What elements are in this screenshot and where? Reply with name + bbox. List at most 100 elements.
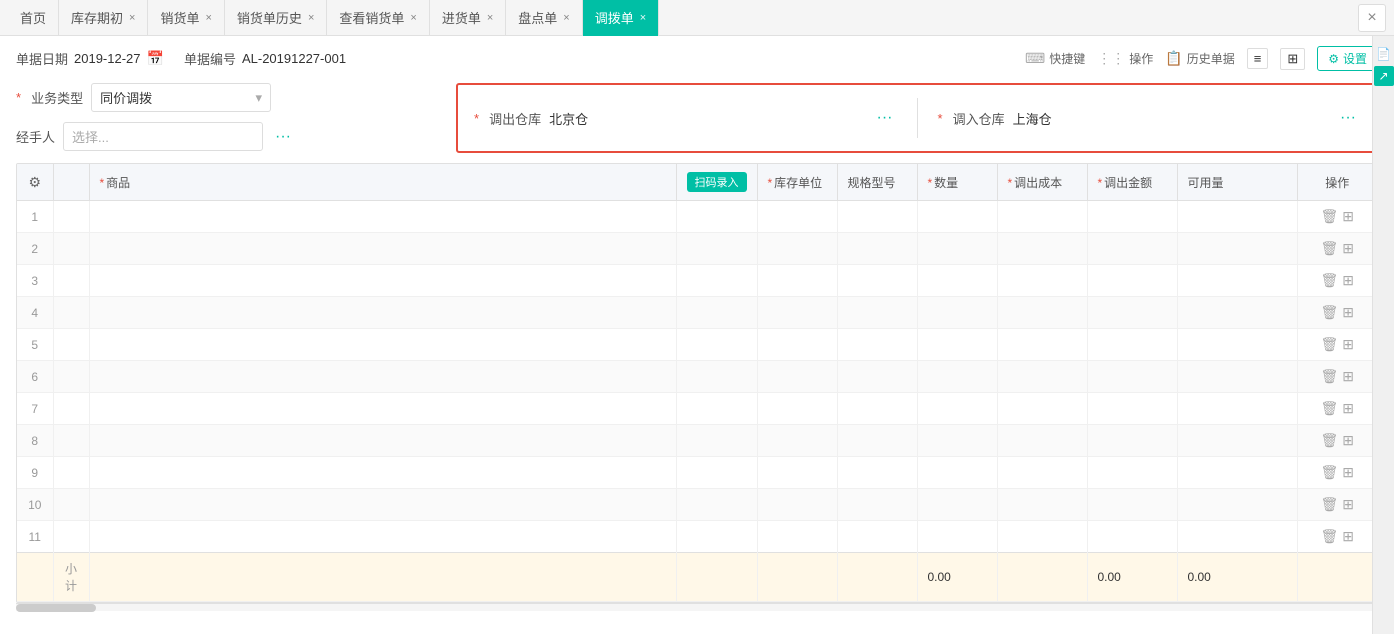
tab-close-stocktake[interactable]: × [563,12,569,24]
layout-btn-2[interactable]: ⊞ [1280,48,1305,70]
tab-close-transfer[interactable]: × [640,12,646,24]
delete-icon-1[interactable]: 🗑 [1320,208,1338,224]
subtotal-amount: 0.00 [1177,553,1297,602]
operations-btn[interactable]: ⋮⋮ 操作 [1097,50,1153,67]
col-product-header: *商品 [89,164,676,201]
table-row: 5🗑⊞ [17,329,1377,361]
delete-icon-6[interactable]: 🗑 [1320,368,1338,384]
col-ops-header: 操作 [1297,164,1377,201]
handler-more-btn[interactable]: ··· [271,128,295,146]
right-sidebar: 📄 ↗ [1372,36,1394,634]
layout-icon-2: ⊞ [1287,51,1298,67]
warehouse-in-section: * 调入仓库 上海仓 ··· [938,109,1361,128]
handler-select[interactable]: 选择... [63,122,263,151]
window-close-button[interactable]: × [1358,4,1386,32]
shortcut-icon: ⌨ [1025,50,1045,67]
copy-icon-7[interactable]: ⊞ [1342,400,1354,416]
table-gear-icon[interactable]: ⚙ [28,174,41,190]
tab-home[interactable]: 首页 [8,0,59,36]
table-row: 1🗑⊞ [17,201,1377,233]
warehouse-out-section: * 调出仓库 北京仓 ··· [474,109,897,128]
table-row: 10🗑⊞ [17,489,1377,521]
tab-inventory-init[interactable]: 库存期初 × [59,0,148,36]
table-body: 1🗑⊞ 2🗑⊞ 3🗑⊞ 4🗑⊞ 5🗑⊞ 6🗑⊞ 7🗑⊞ 8🗑⊞ 9🗑⊞ 10🗑⊞… [17,201,1377,602]
table-row: 7🗑⊞ [17,393,1377,425]
business-type-required: * [16,90,21,105]
sidebar-expand-icon[interactable]: ↗ [1374,66,1394,86]
copy-icon-3[interactable]: ⊞ [1342,272,1354,288]
delete-icon-7[interactable]: 🗑 [1320,400,1338,416]
copy-icon-10[interactable]: ⊞ [1342,496,1354,512]
table-container: ⚙ *商品 扫码录入 *库存单位 规格型号 [16,163,1378,603]
col-cost-header: *调出成本 [997,164,1087,201]
doc-number-field: 单据编号 AL-20191227-001 [184,49,346,68]
col-unit-header: *库存单位 [757,164,837,201]
transfer-table: ⚙ *商品 扫码录入 *库存单位 规格型号 [17,164,1377,602]
subtotal-cost: 0.00 [1087,553,1177,602]
delete-icon-9[interactable]: 🗑 [1320,464,1338,480]
tab-sales-history[interactable]: 销货单历史 × [225,0,327,36]
tab-view-sales[interactable]: 查看销货单 × [327,0,429,36]
business-type-select[interactable]: 同价调拨 ▾ [91,83,271,112]
warehouse-in-more-btn[interactable]: ··· [1336,109,1360,127]
table-row: 9🗑⊞ [17,457,1377,489]
tab-close-view-sales[interactable]: × [410,12,416,24]
copy-icon-1[interactable]: ⊞ [1342,208,1354,224]
subtotal-row: 小计 0.00 0.00 0.00 [17,553,1377,602]
delete-icon-2[interactable]: 🗑 [1320,240,1338,256]
col-scan-header: 扫码录入 [676,164,757,201]
tab-close-inventory-init[interactable]: × [129,12,135,24]
shortcut-btn[interactable]: ⌨ 快捷键 [1025,50,1085,67]
settings-gear-icon: ⚙ [1328,52,1339,66]
layout-btn-1[interactable]: ≡ [1247,48,1269,69]
date-field: 单据日期 2019-12-27 📅 [16,49,164,68]
warehouse-in-required: * [938,111,943,126]
copy-icon-9[interactable]: ⊞ [1342,464,1354,480]
tab-close-sales-order[interactable]: × [205,12,211,24]
tab-sales-order[interactable]: 销货单 × [148,0,224,36]
copy-icon-8[interactable]: ⊞ [1342,432,1354,448]
copy-icon-4[interactable]: ⊞ [1342,304,1354,320]
col-avail-header: 可用量 [1177,164,1297,201]
handler-field: 经手人 选择... ··· [16,122,440,151]
tab-stocktake[interactable]: 盘点单 × [506,0,582,36]
main-content: 单据日期 2019-12-27 📅 单据编号 AL-20191227-001 ⌨… [0,36,1394,621]
copy-icon-6[interactable]: ⊞ [1342,368,1354,384]
horizontal-scrollbar[interactable] [16,603,1378,611]
col-amount-header: *调出金额 [1087,164,1177,201]
warehouse-divider [917,98,918,138]
warehouse-out-more-btn[interactable]: ··· [873,109,897,127]
history-btn[interactable]: 📋 历史单据 [1165,50,1234,67]
table-header-row: ⚙ *商品 扫码录入 *库存单位 规格型号 [17,164,1377,201]
delete-icon-3[interactable]: 🗑 [1320,272,1338,288]
delete-icon-5[interactable]: 🗑 [1320,336,1338,352]
table-row: 8🗑⊞ [17,425,1377,457]
copy-icon-5[interactable]: ⊞ [1342,336,1354,352]
tab-transfer[interactable]: 调拨单 × [583,0,659,36]
scroll-thumb[interactable] [16,604,96,612]
operations-icon: ⋮⋮ [1097,50,1125,67]
calendar-icon[interactable]: 📅 [147,50,164,67]
copy-icon-11[interactable]: ⊞ [1342,528,1354,544]
header-row: 单据日期 2019-12-27 📅 单据编号 AL-20191227-001 ⌨… [16,46,1378,71]
header-actions: ⌨ 快捷键 ⋮⋮ 操作 📋 历史单据 ≡ ⊞ ⚙ 设置 [1025,46,1378,71]
subtotal-label: 小计 [53,553,89,602]
settings-button[interactable]: ⚙ 设置 [1317,46,1378,71]
tab-close-sales-history[interactable]: × [308,12,314,24]
copy-icon-2[interactable]: ⊞ [1342,240,1354,256]
layout-icon-1: ≡ [1254,51,1262,66]
table-row: 2🗑⊞ [17,233,1377,265]
scan-input-btn[interactable]: 扫码录入 [687,172,747,192]
dropdown-arrow: ▾ [256,90,263,106]
delete-icon-8[interactable]: 🗑 [1320,432,1338,448]
table-row: 6🗑⊞ [17,361,1377,393]
form-area: * 业务类型 同价调拨 ▾ 经手人 选择... ··· * 调出仓库 [16,83,1378,153]
delete-icon-11[interactable]: 🗑 [1320,528,1338,544]
tab-close-purchase-order[interactable]: × [487,12,493,24]
delete-icon-4[interactable]: 🗑 [1320,304,1338,320]
tab-purchase-order[interactable]: 进货单 × [430,0,506,36]
sidebar-doc-icon[interactable]: 📄 [1374,44,1394,64]
delete-icon-10[interactable]: 🗑 [1320,496,1338,512]
warehouse-section: * 调出仓库 北京仓 ··· * 调入仓库 上海仓 ··· [456,83,1378,153]
subtotal-qty: 0.00 [917,553,997,602]
